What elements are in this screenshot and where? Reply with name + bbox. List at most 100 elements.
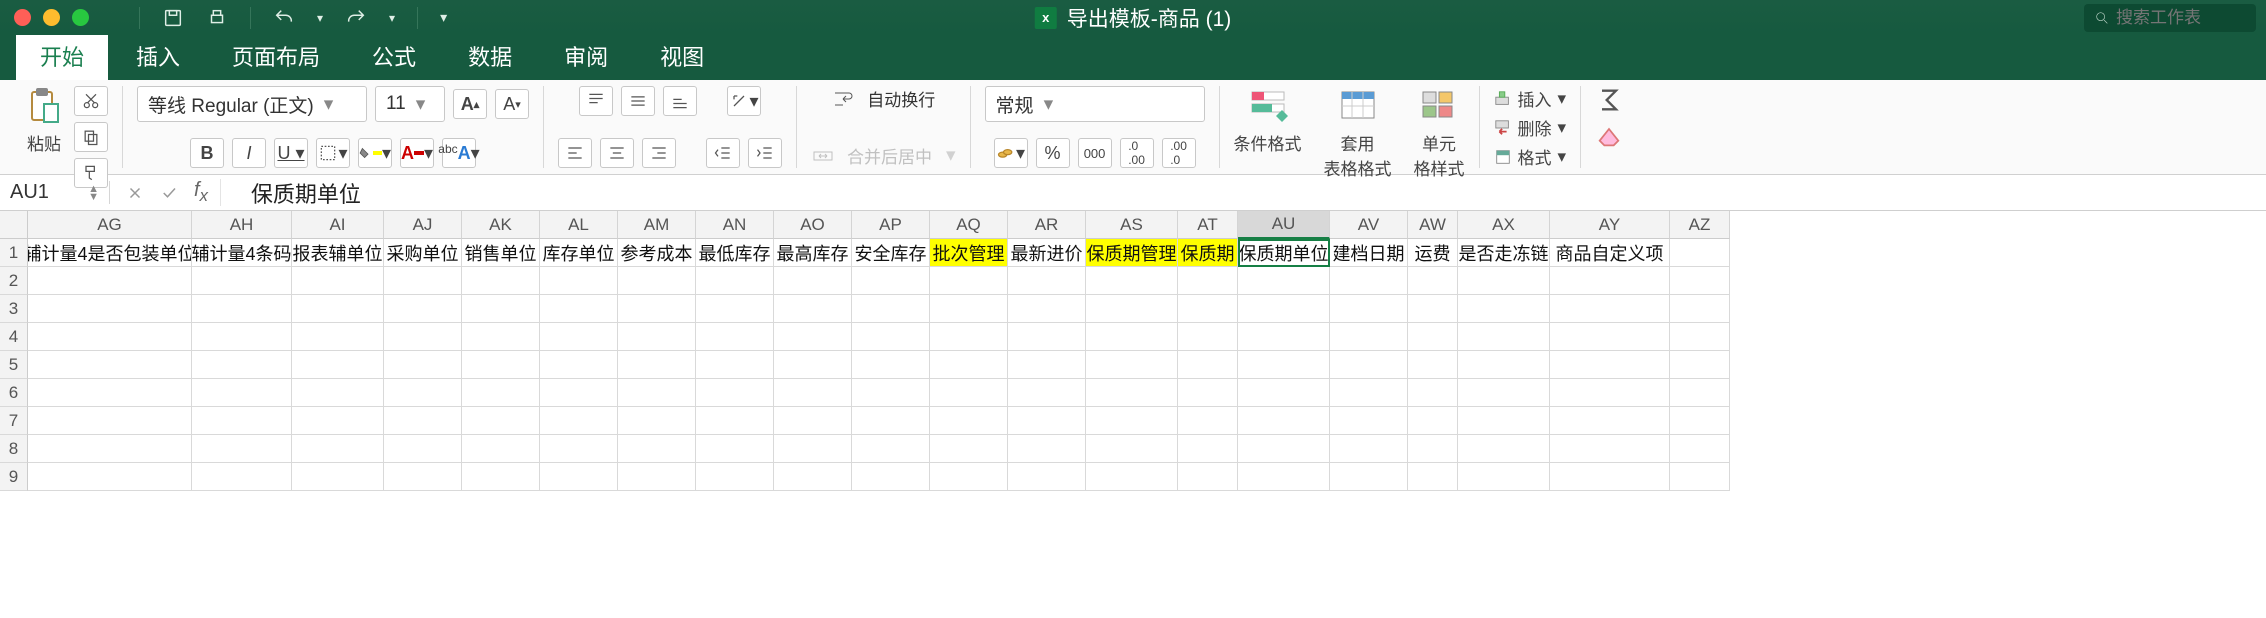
cell-AH7[interactable] [192,407,292,435]
cell-AK6[interactable] [462,379,540,407]
border-button[interactable]: ▾ [316,138,350,168]
column-header-AX[interactable]: AX [1458,211,1550,239]
clear-icon[interactable] [1595,122,1623,150]
cell-AH2[interactable] [192,267,292,295]
cell-AL2[interactable] [540,267,618,295]
cell-AZ9[interactable] [1670,463,1730,491]
cell-AM2[interactable] [618,267,696,295]
cell-AW4[interactable] [1408,323,1458,351]
cell-AN8[interactable] [696,435,774,463]
decrease-indent-button[interactable] [706,138,740,168]
cell-AH5[interactable] [192,351,292,379]
cell-AL8[interactable] [540,435,618,463]
cell-AS1[interactable]: 保质期管理 [1086,239,1178,267]
tab-插入[interactable]: 插入 [112,32,204,80]
cell-AU7[interactable] [1238,407,1330,435]
cell-AY8[interactable] [1550,435,1670,463]
cell-AQ3[interactable] [930,295,1008,323]
tab-开始[interactable]: 开始 [16,32,108,80]
cell-AR1[interactable]: 最新进价 [1008,239,1086,267]
cell-AJ1[interactable]: 采购单位 [384,239,462,267]
orientation-button[interactable]: ▾ [727,86,761,116]
conditional-format-button[interactable]: 条件格式 [1234,86,1302,155]
cell-AH4[interactable] [192,323,292,351]
cell-AO9[interactable] [774,463,852,491]
minimize-window-icon[interactable] [43,9,60,26]
cell-AK7[interactable] [462,407,540,435]
cell-AI4[interactable] [292,323,384,351]
cell-AH8[interactable] [192,435,292,463]
cell-AW8[interactable] [1408,435,1458,463]
increase-font-button[interactable]: A▴ [453,89,487,119]
format-as-table-button[interactable]: 套用 表格格式 [1324,86,1392,180]
cell-AU5[interactable] [1238,351,1330,379]
cell-AO1[interactable]: 最高库存 [774,239,852,267]
cell-AP4[interactable] [852,323,930,351]
cell-AY3[interactable] [1550,295,1670,323]
column-header-AU[interactable]: AU [1238,211,1330,239]
cell-AV5[interactable] [1330,351,1408,379]
cell-AT1[interactable]: 保质期 [1178,239,1238,267]
cell-AQ7[interactable] [930,407,1008,435]
cell-AX8[interactable] [1458,435,1550,463]
undo-dropdown-icon[interactable]: ▾ [317,11,323,25]
print-icon[interactable] [206,7,228,29]
cell-AP6[interactable] [852,379,930,407]
cell-AT9[interactable] [1178,463,1238,491]
cell-AR8[interactable] [1008,435,1086,463]
row-header-3[interactable]: 3 [0,295,28,323]
cell-AS6[interactable] [1086,379,1178,407]
cell-AX4[interactable] [1458,323,1550,351]
underline-button[interactable]: U ▾ [274,138,308,168]
cell-AZ2[interactable] [1670,267,1730,295]
cell-AL6[interactable] [540,379,618,407]
cell-AV2[interactable] [1330,267,1408,295]
column-header-AG[interactable]: AG [28,211,192,239]
percent-button[interactable]: % [1036,138,1070,168]
align-center-button[interactable] [600,138,634,168]
cell-AN5[interactable] [696,351,774,379]
column-header-AQ[interactable]: AQ [930,211,1008,239]
cell-AM5[interactable] [618,351,696,379]
row-header-7[interactable]: 7 [0,407,28,435]
cell-AG2[interactable] [28,267,192,295]
cell-AZ1[interactable] [1670,239,1730,267]
cell-AQ8[interactable] [930,435,1008,463]
cell-AL4[interactable] [540,323,618,351]
cell-AP7[interactable] [852,407,930,435]
cell-AW6[interactable] [1408,379,1458,407]
cell-AW1[interactable]: 运费 [1408,239,1458,267]
cell-AS5[interactable] [1086,351,1178,379]
format-cells-button[interactable]: 格式 ▾ [1494,144,1567,169]
cut-button[interactable] [74,86,108,116]
cell-AT8[interactable] [1178,435,1238,463]
cell-AI7[interactable] [292,407,384,435]
tab-页面布局[interactable]: 页面布局 [208,32,344,80]
cell-AU3[interactable] [1238,295,1330,323]
cell-AR7[interactable] [1008,407,1086,435]
cell-AU6[interactable] [1238,379,1330,407]
cell-AW2[interactable] [1408,267,1458,295]
cell-AJ4[interactable] [384,323,462,351]
cell-AX2[interactable] [1458,267,1550,295]
wrap-text-button[interactable]: 自动换行 [831,86,935,111]
cell-AJ3[interactable] [384,295,462,323]
name-box-spinner[interactable]: ▲▼ [88,185,99,201]
cell-AN7[interactable] [696,407,774,435]
cell-AY1[interactable]: 商品自定义项 [1550,239,1670,267]
column-header-AO[interactable]: AO [774,211,852,239]
cell-AO6[interactable] [774,379,852,407]
qat-customize-icon[interactable]: ▾ [440,9,447,26]
row-header-9[interactable]: 9 [0,463,28,491]
cell-AN3[interactable] [696,295,774,323]
cell-AS4[interactable] [1086,323,1178,351]
cell-AK2[interactable] [462,267,540,295]
cell-AM1[interactable]: 参考成本 [618,239,696,267]
cell-AZ8[interactable] [1670,435,1730,463]
cell-AQ2[interactable] [930,267,1008,295]
copy-button[interactable] [74,122,108,152]
cell-AQ6[interactable] [930,379,1008,407]
cell-AV1[interactable]: 建档日期 [1330,239,1408,267]
redo-dropdown-icon[interactable]: ▾ [389,11,395,25]
cell-AG6[interactable] [28,379,192,407]
